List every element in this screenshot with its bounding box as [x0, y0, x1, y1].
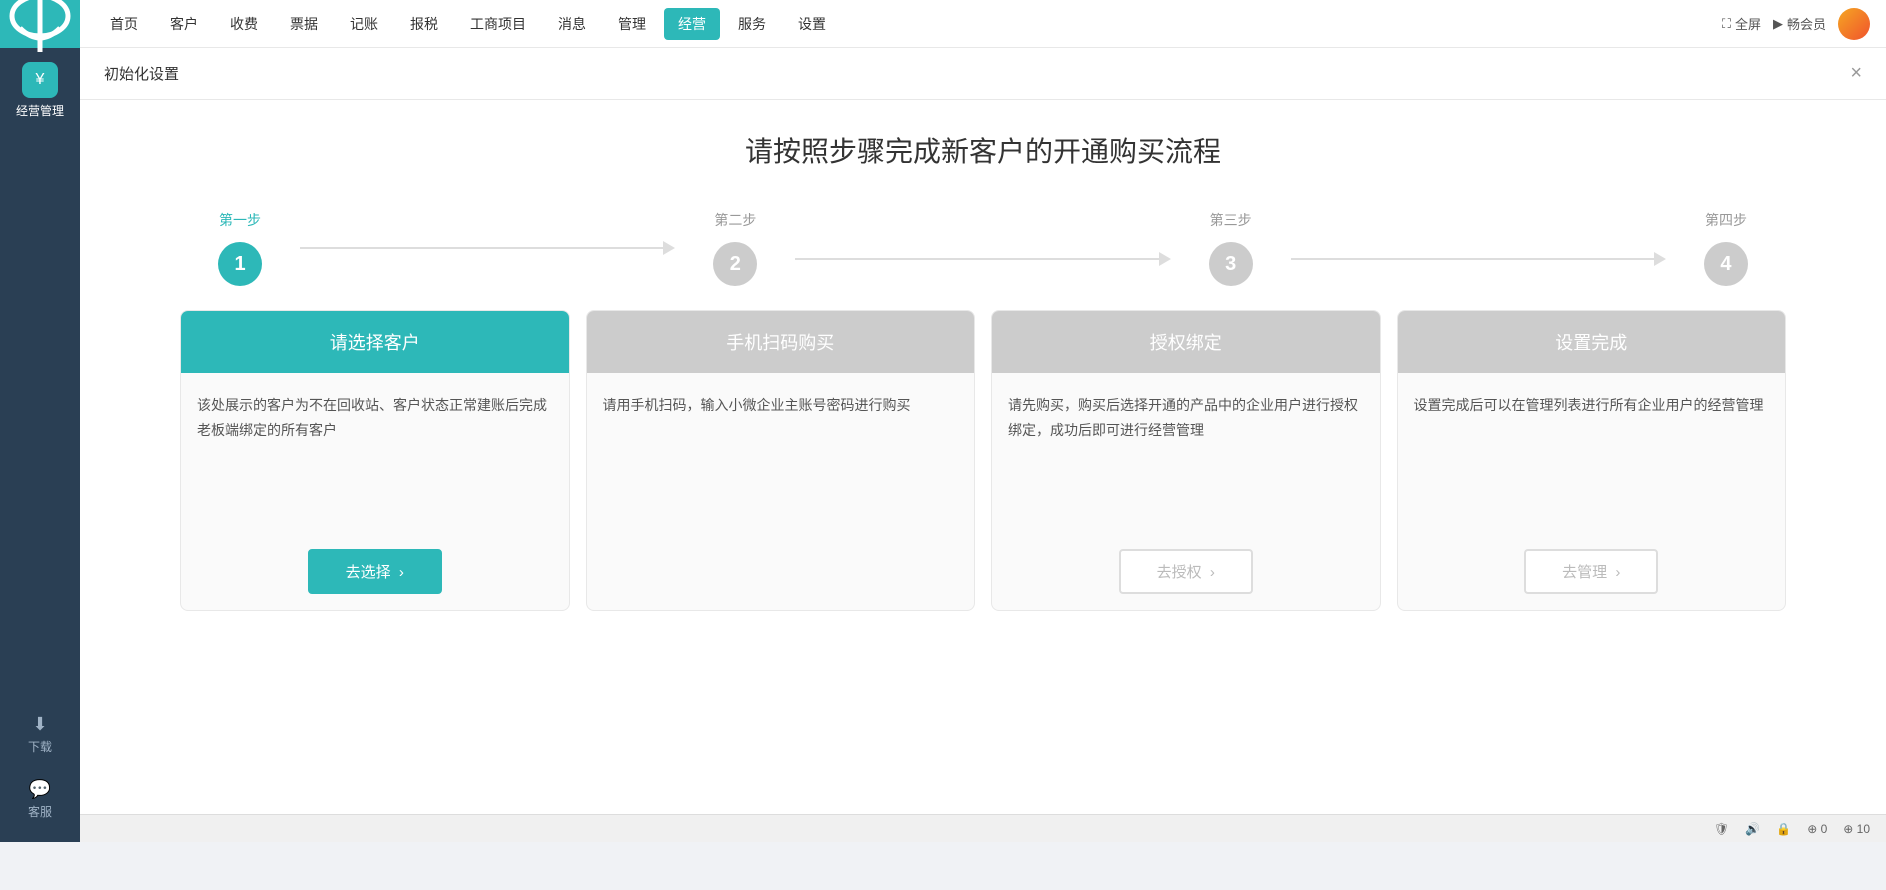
card-4-footer: 去管理 › [1398, 533, 1786, 610]
arrow-head-3 [1654, 252, 1666, 266]
arrow-line-2 [795, 258, 1158, 260]
step-1-label: 第一步 [219, 210, 261, 230]
card-2-header: 手机扫码购买 [587, 311, 975, 373]
page-header: 初始化设置 × [80, 48, 1886, 100]
step-item-4: 第四步 4 [1666, 210, 1786, 286]
nav-settings[interactable]: 设置 [784, 8, 840, 40]
sidebar-bottom: ⬇ 下载 💬 客服 [0, 702, 80, 842]
step-3-label: 第三步 [1210, 210, 1252, 230]
vip-label: 畅会员 [1787, 14, 1826, 33]
nav-manage[interactable]: 管理 [604, 8, 660, 40]
setup-panel: 请按照步骤完成新客户的开通购买流程 第一步 1 第二步 2 [80, 100, 1886, 814]
sidebar-logo [0, 0, 80, 48]
vip-btn[interactable]: ▶ 畅会员 [1773, 14, 1826, 33]
status-bar-right: 🛡 🔊 🔒 ⊕ 0 ⊕ 10 [1714, 822, 1870, 836]
card-4-body: 设置完成后可以在管理列表进行所有企业用户的经营管理 [1398, 373, 1786, 533]
nav-clients[interactable]: 客户 [156, 8, 212, 40]
card-step1: 请选择客户 该处展示的客户为不在回收站、客户状态正常建账后完成老板端绑定的所有客… [180, 310, 570, 611]
sidebar-download[interactable]: ⬇ 下载 [0, 702, 80, 767]
card-2-body: 请用手机扫码，输入小微企业主账号密码进行购买 [587, 373, 975, 578]
management-icon: ¥ [22, 62, 58, 98]
arrow-line-1 [300, 247, 663, 249]
download-icon: ⬇ [32, 714, 47, 735]
card-step3: 授权绑定 请先购买，购买后选择开通的产品中的企业用户进行授权绑定，成功后即可进行… [991, 310, 1381, 611]
step-arrow-1 [300, 241, 675, 255]
nav-items: 首页 客户 收费 票据 记账 报税 工商项目 消息 管理 经营 服务 设置 [96, 8, 1722, 40]
card-3-footer: 去授权 › [992, 533, 1380, 610]
sidebar: ¥ 经营管理 ⬇ 下载 💬 客服 [0, 0, 80, 842]
status-counter-10: ⊕ 10 [1843, 822, 1870, 836]
fullscreen-btn[interactable]: ⛶ 全屏 [1722, 14, 1761, 33]
setup-main-title: 请按照步骤完成新客户的开通购买流程 [140, 130, 1826, 170]
sidebar-item-label: 经营管理 [16, 102, 64, 119]
nav-tickets[interactable]: 票据 [276, 8, 332, 40]
step-item-1: 第一步 1 [180, 210, 300, 286]
step-arrow-2 [795, 252, 1170, 266]
step-1-circle: 1 [218, 242, 262, 286]
support-label: 客服 [28, 803, 52, 820]
go-select-label: 去选择 › [346, 561, 404, 582]
card-3-body: 请先购买，购买后选择开通的产品中的企业用户进行授权绑定，成功后即可进行经营管理 [992, 373, 1380, 533]
step-3-circle: 3 [1209, 242, 1253, 286]
step-2-label: 第二步 [714, 210, 756, 230]
sidebar-support[interactable]: 💬 客服 [0, 767, 80, 832]
step-2-circle: 2 [713, 242, 757, 286]
step-item-2: 第二步 2 [675, 210, 795, 286]
step-4-label: 第四步 [1705, 210, 1747, 230]
arrow-line-3 [1291, 258, 1654, 260]
card-step4: 设置完成 设置完成后可以在管理列表进行所有企业用户的经营管理 去管理 › [1397, 310, 1787, 611]
vip-icon: ▶ [1773, 16, 1783, 32]
arrow-head-1 [663, 241, 675, 255]
step-4-circle: 4 [1704, 242, 1748, 286]
go-auth-label: 去授权 › [1157, 561, 1215, 582]
status-counter-0: ⊕ 0 [1807, 822, 1827, 836]
card-3-header: 授权绑定 [992, 311, 1380, 373]
go-manage-label: 去管理 › [1562, 561, 1620, 582]
status-sound-icon: 🔊 [1745, 822, 1760, 836]
download-label: 下载 [28, 738, 52, 755]
go-manage-button[interactable]: 去管理 › [1524, 549, 1658, 594]
nav-operations[interactable]: 经营 [664, 8, 720, 40]
status-lock-icon: 🔒 [1776, 822, 1791, 836]
status-shield-icon: 🛡 [1714, 822, 1729, 836]
card-1-header: 请选择客户 [181, 311, 569, 373]
card-1-footer: 去选择 › [181, 533, 569, 610]
step-arrow-3 [1291, 252, 1666, 266]
steps-container: 第一步 1 第二步 2 第三步 3 [140, 210, 1826, 286]
card-1-body: 该处展示的客户为不在回收站、客户状态正常建账后完成老板端绑定的所有客户 [181, 373, 569, 533]
nav-billing[interactable]: 收费 [216, 8, 272, 40]
nav-messages[interactable]: 消息 [544, 8, 600, 40]
cards-row: 请选择客户 该处展示的客户为不在回收站、客户状态正常建账后完成老板端绑定的所有客… [140, 310, 1826, 611]
card-step2: 手机扫码购买 请用手机扫码，输入小微企业主账号密码进行购买 [586, 310, 976, 611]
step-item-3: 第三步 3 [1171, 210, 1291, 286]
nav-business[interactable]: 工商项目 [456, 8, 540, 40]
support-icon: 💬 [29, 779, 51, 800]
arrow-head-2 [1159, 252, 1171, 266]
top-nav: 首页 客户 收费 票据 记账 报税 工商项目 消息 管理 经营 服务 设置 ⛶ … [80, 0, 1886, 48]
page-title: 初始化设置 [104, 63, 179, 84]
status-bar: ▶ 完成 🛡 🔊 🔒 ⊕ 0 ⊕ 10 [0, 814, 1886, 842]
fullscreen-label: 全屏 [1735, 14, 1761, 33]
card-4-header: 设置完成 [1398, 311, 1786, 373]
nav-right: ⛶ 全屏 ▶ 畅会员 [1722, 8, 1870, 40]
fullscreen-icon: ⛶ [1722, 16, 1731, 32]
close-button[interactable]: × [1850, 62, 1862, 85]
go-auth-button[interactable]: 去授权 › [1119, 549, 1253, 594]
nav-service[interactable]: 服务 [724, 8, 780, 40]
main-content: 初始化设置 × 请按照步骤完成新客户的开通购买流程 第一步 1 第二步 2 [80, 48, 1886, 814]
avatar[interactable] [1838, 8, 1870, 40]
nav-home[interactable]: 首页 [96, 8, 152, 40]
card-2-footer [587, 578, 975, 610]
nav-tax[interactable]: 报税 [396, 8, 452, 40]
sidebar-item-management[interactable]: ¥ 经营管理 [0, 48, 80, 133]
go-select-button[interactable]: 去选择 › [308, 549, 442, 594]
nav-accounting[interactable]: 记账 [336, 8, 392, 40]
